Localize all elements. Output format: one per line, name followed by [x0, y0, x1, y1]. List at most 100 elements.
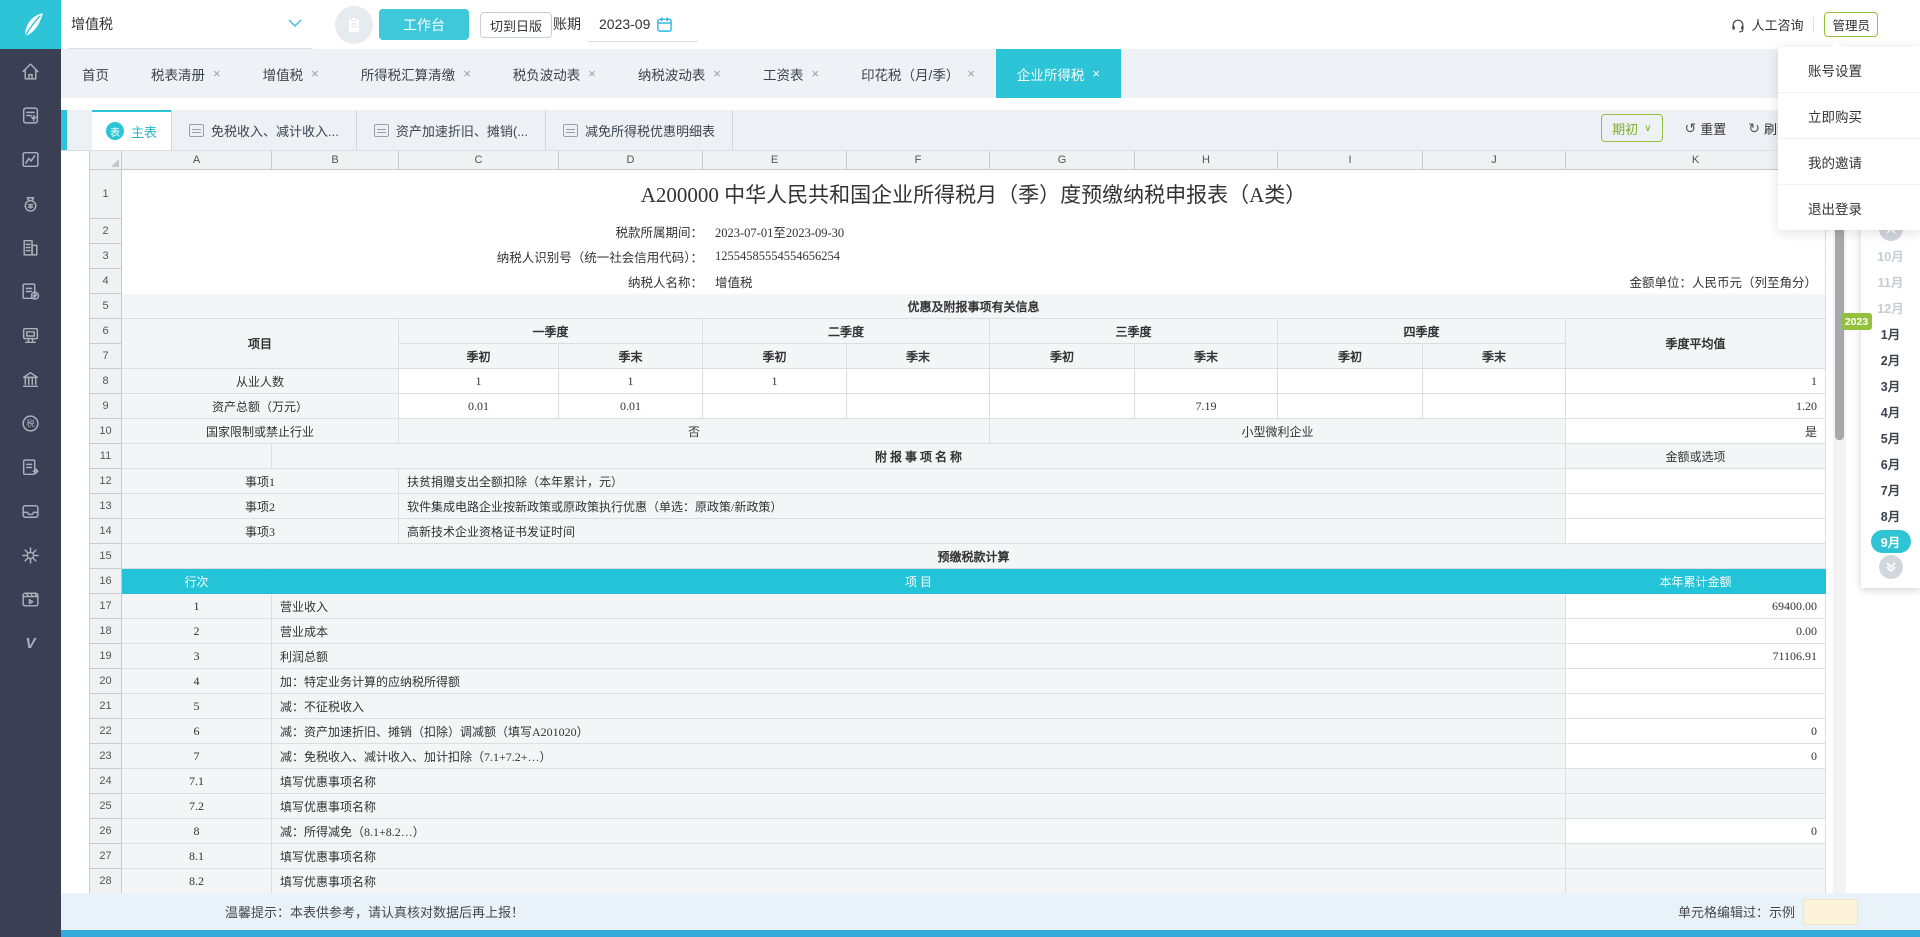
row-header-15[interactable]: 15	[90, 544, 122, 569]
quarter-value-cell[interactable]: 0.01	[559, 394, 703, 419]
quarter-value-cell[interactable]	[847, 369, 990, 394]
scroll-down-icon[interactable]	[1878, 555, 1903, 579]
calc-line-4[interactable]: 4	[122, 669, 272, 694]
period-filter-button[interactable]: 期初 ∨	[1601, 114, 1663, 142]
subtab-2[interactable]: 资产加速折旧、摊销(...	[357, 110, 547, 150]
tab-3[interactable]: 所得税汇算清缴 ×	[340, 49, 492, 98]
calc-item-header[interactable]: 项 目	[272, 569, 1566, 594]
select-all-corner[interactable]	[90, 151, 122, 170]
calc-amount-4[interactable]	[1566, 669, 1826, 694]
info-row-3[interactable]: 纳税人识别号（统一社会信用代码）： 12554585554554656254	[122, 244, 1826, 269]
quarter-avg-header[interactable]: 季度平均值	[1566, 319, 1826, 369]
sidebar-item-report-chart[interactable]	[0, 137, 61, 181]
sidebar-item-invoice[interactable]	[0, 93, 61, 137]
subcol-end-0[interactable]: 季末	[559, 344, 703, 369]
calc-amount-8.1[interactable]	[1566, 844, 1826, 869]
row-header-16[interactable]: 16	[90, 569, 122, 594]
row-header-25[interactable]: 25	[90, 794, 122, 819]
col-header-C[interactable]: C	[399, 151, 559, 170]
sidebar-item-tax[interactable]: 税	[0, 401, 61, 445]
subcol-start-0[interactable]: 季初	[399, 344, 559, 369]
row-header-13[interactable]: 13	[90, 494, 122, 519]
switch-version-button[interactable]: 切到日版	[480, 12, 553, 38]
quarter-value-cell[interactable]: 0.01	[399, 394, 559, 419]
quarter-value-cell[interactable]	[847, 394, 990, 419]
sidebar-item-inbox[interactable]	[0, 489, 61, 533]
admin-menu-item-1[interactable]: 立即购买	[1778, 92, 1920, 138]
calc-amount-8.2[interactable]	[1566, 869, 1826, 894]
row-header-20[interactable]: 20	[90, 669, 122, 694]
row-header-26[interactable]: 26	[90, 819, 122, 844]
quarter-item-header[interactable]: 项目	[122, 319, 399, 369]
calc-line-6[interactable]: 6	[122, 719, 272, 744]
calc-item-7[interactable]: 减：免税收入、减计收入、加计扣除（7.1+7.2+…）	[272, 744, 1566, 769]
col-header-E[interactable]: E	[703, 151, 847, 170]
calc-amount-6[interactable]: 0	[1566, 719, 1826, 744]
month-item-3月[interactable]: 3月	[1861, 372, 1920, 398]
tab-close-icon[interactable]: ×	[1092, 66, 1100, 81]
calc-amount-1[interactable]: 69400.00	[1566, 594, 1826, 619]
month-item-4月[interactable]: 4月	[1861, 398, 1920, 424]
period-value[interactable]: 2023-09	[599, 16, 650, 32]
tab-close-icon[interactable]: ×	[811, 66, 819, 81]
quarter-value-cell[interactable]	[990, 394, 1135, 419]
month-item-2月[interactable]: 2月	[1861, 346, 1920, 372]
subcol-start-1[interactable]: 季初	[703, 344, 847, 369]
quarter-value-cell[interactable]: 1	[703, 369, 847, 394]
sidebar-item-tax-report[interactable]	[0, 269, 61, 313]
calc-amount-8[interactable]: 0	[1566, 819, 1826, 844]
sidebar-item-settings[interactable]	[0, 533, 61, 577]
quarter-value-cell[interactable]	[1278, 369, 1423, 394]
row-header-10[interactable]: 10	[90, 419, 122, 444]
annex-desc-3[interactable]: 高新技术企业资格证书发证时间	[399, 519, 1566, 544]
quarter-row-label[interactable]: 从业人数	[122, 369, 399, 394]
quarter-header-1[interactable]: 二季度	[703, 319, 990, 344]
quarter-value-cell[interactable]	[1278, 394, 1423, 419]
annex-item-1[interactable]: 事项1	[122, 469, 399, 494]
subcol-end-3[interactable]: 季末	[1423, 344, 1566, 369]
tab-8[interactable]: 企业所得税 ×	[995, 49, 1122, 98]
row-header-3[interactable]: 3	[90, 244, 122, 269]
calc-amount-2[interactable]: 0.00	[1566, 619, 1826, 644]
sidebar-item-home[interactable]	[0, 49, 61, 93]
row-header-4[interactable]: 4	[90, 269, 122, 294]
quarter-header-2[interactable]: 三季度	[990, 319, 1278, 344]
tab-6[interactable]: 工资表 ×	[742, 49, 840, 98]
col-header-H[interactable]: H	[1135, 151, 1278, 170]
tab-1[interactable]: 税表清册 ×	[130, 49, 242, 98]
admin-menu-item-3[interactable]: 退出登录	[1778, 184, 1920, 230]
subtab-1[interactable]: 免税收入、减计收入...	[171, 110, 357, 150]
quarter-value-cell[interactable]	[703, 394, 847, 419]
annex-value-2[interactable]	[1566, 494, 1826, 519]
annex-name-header[interactable]: 附 报 事 项 名 称	[272, 444, 1566, 469]
calc-amount-header[interactable]: 本年累计金额	[1566, 569, 1826, 594]
calc-item-8[interactable]: 减：所得减免（8.1+8.2…）	[272, 819, 1566, 844]
annex-value-1[interactable]	[1566, 469, 1826, 494]
month-item-8月[interactable]: 8月	[1861, 502, 1920, 528]
calc-item-1[interactable]: 营业收入	[272, 594, 1566, 619]
support-link[interactable]: 人工咨询	[1730, 15, 1803, 34]
row-header-28[interactable]: 28	[90, 869, 122, 894]
tab-home[interactable]: 首页	[61, 49, 130, 98]
info-row-2[interactable]: 税款所属期间： 2023-07-01至2023-09-30	[122, 219, 1826, 244]
tab-close-icon[interactable]: ×	[713, 66, 721, 81]
row-header-12[interactable]: 12	[90, 469, 122, 494]
quarter-value-cell[interactable]: 1	[559, 369, 703, 394]
row-header-23[interactable]: 23	[90, 744, 122, 769]
row-header-19[interactable]: 19	[90, 644, 122, 669]
tab-4[interactable]: 税负波动表 ×	[492, 49, 617, 98]
clipboard-icon[interactable]	[335, 6, 373, 44]
tab-7[interactable]: 印花税（月/季） ×	[840, 49, 996, 98]
calc-amount-3[interactable]: 71106.91	[1566, 644, 1826, 669]
info-row-4[interactable]: 纳税人名称： 增值税 金额单位：人民币元（列至角分）	[122, 269, 1826, 294]
month-item-9月[interactable]: 9月	[1861, 528, 1920, 554]
calc-item-4[interactable]: 加：特定业务计算的应纳税所得额	[272, 669, 1566, 694]
calc-amount-7[interactable]: 0	[1566, 744, 1826, 769]
col-header-I[interactable]: I	[1278, 151, 1423, 170]
calc-line-5[interactable]: 5	[122, 694, 272, 719]
annex-item-2[interactable]: 事项2	[122, 494, 399, 519]
company-selector[interactable]: 增值税	[67, 0, 312, 49]
calc-item-2[interactable]: 营业成本	[272, 619, 1566, 644]
row-header-14[interactable]: 14	[90, 519, 122, 544]
annex-blank-cell[interactable]	[122, 444, 272, 469]
